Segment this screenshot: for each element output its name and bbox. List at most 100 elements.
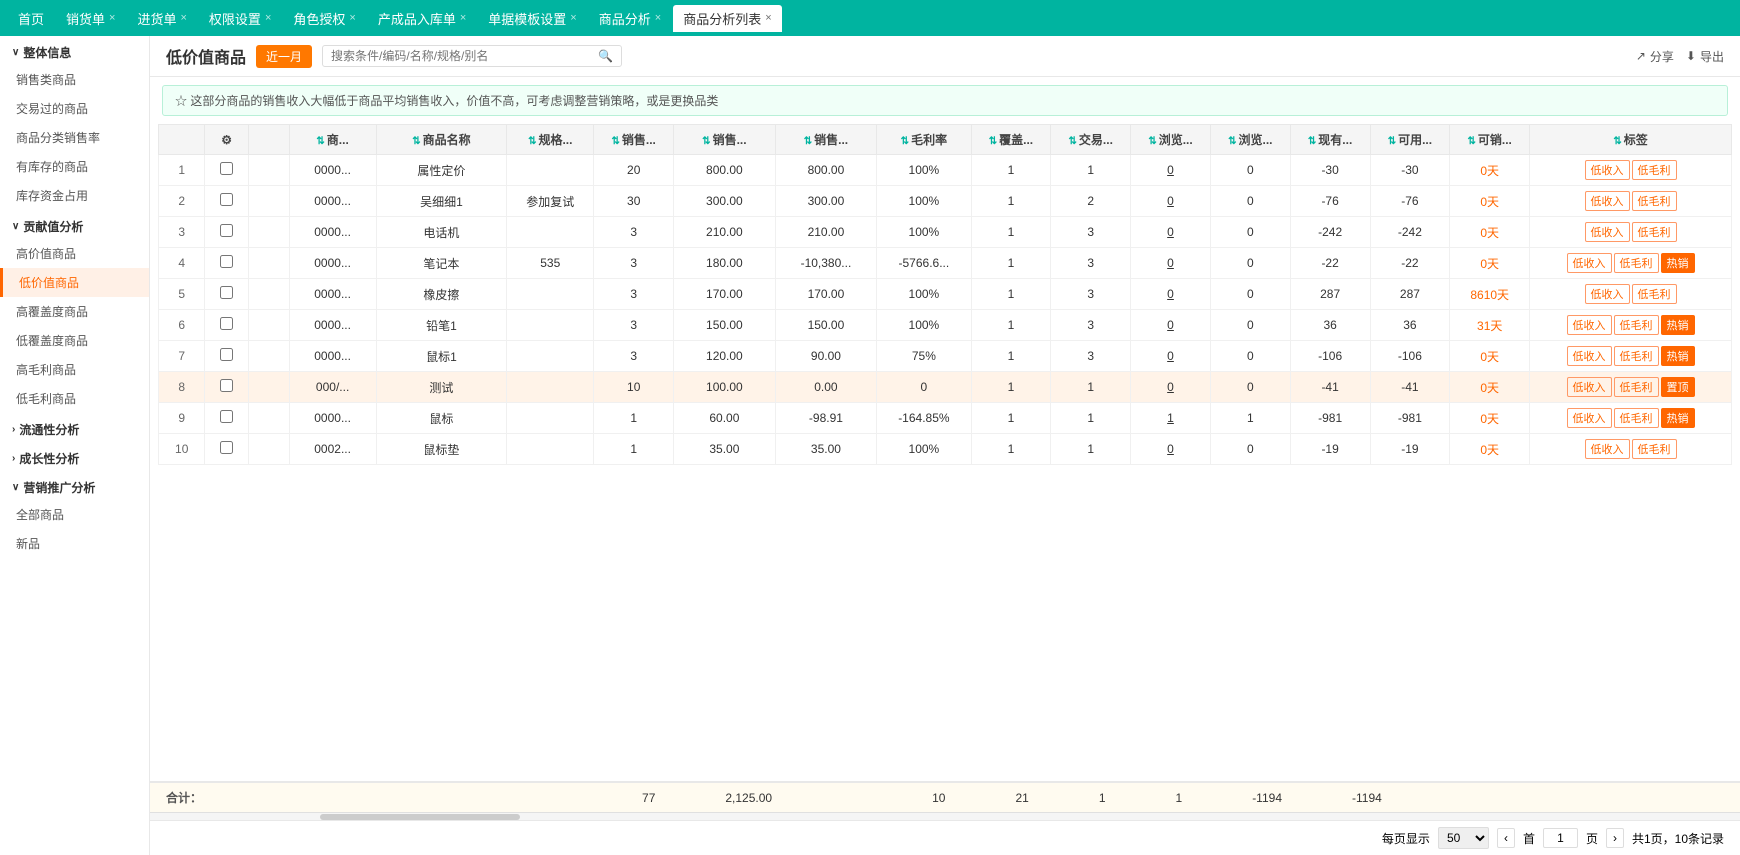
close-tab-icon[interactable]: × xyxy=(765,12,771,24)
table-cell: 100% xyxy=(877,279,971,310)
search-input[interactable] xyxy=(331,49,594,63)
sidebar-item-高覆盖度商品[interactable]: 高覆盖度商品 xyxy=(0,297,149,326)
sidebar-item-交易过的商品[interactable]: 交易过的商品 xyxy=(0,94,149,123)
nav-item-权限设置[interactable]: 权限设置× xyxy=(199,5,281,32)
table-row: 8000/...测试10100.000.0001100-41-410天低收入低毛… xyxy=(159,372,1732,403)
sidebar-item-库存资金占用[interactable]: 库存资金占用 xyxy=(0,181,149,210)
sort-icon: ⇅ xyxy=(1308,136,1316,147)
nav-item-商品分析[interactable]: 商品分析× xyxy=(589,5,671,32)
sidebar-item-新品[interactable]: 新品 xyxy=(0,529,149,558)
column-header[interactable]: ⇅现有... xyxy=(1290,125,1370,155)
nav-item-首页[interactable]: 首页 xyxy=(8,5,54,32)
close-tab-icon[interactable]: × xyxy=(655,12,661,24)
table-row: 20000...吴细细1参加复试30300.00300.00100%1200-7… xyxy=(159,186,1732,217)
nav-item-商品分析列表[interactable]: 商品分析列表× xyxy=(673,5,781,32)
close-tab-icon[interactable]: × xyxy=(180,12,186,24)
sidebar-item-低覆盖度商品[interactable]: 低覆盖度商品 xyxy=(0,326,149,355)
row-checkbox[interactable] xyxy=(220,286,233,299)
sidebar-group-营销推广分析[interactable]: ∨ 营销推广分析 xyxy=(0,471,149,500)
table-cell: 0 xyxy=(1131,310,1211,341)
sidebar-item-全部商品[interactable]: 全部商品 xyxy=(0,500,149,529)
nav-item-单据模板设置[interactable]: 单据模板设置× xyxy=(478,5,586,32)
table-cell: -98.91 xyxy=(775,403,877,434)
table-cell: -19 xyxy=(1370,434,1450,465)
column-header[interactable]: ⇅交易... xyxy=(1051,125,1131,155)
column-header[interactable]: ⇅销售... xyxy=(775,125,877,155)
column-header[interactable]: ⇅覆盖... xyxy=(971,125,1051,155)
row-checkbox[interactable] xyxy=(220,255,233,268)
row-checkbox[interactable] xyxy=(220,162,233,175)
column-header[interactable]: ⇅商品名称 xyxy=(376,125,507,155)
table-cell: -76 xyxy=(1290,186,1370,217)
column-header[interactable]: ⇅标签 xyxy=(1530,125,1732,155)
table-cell: 低收入低毛利 xyxy=(1530,155,1732,186)
table-cell: 0000... xyxy=(289,310,376,341)
close-tab-icon[interactable]: × xyxy=(109,12,115,24)
table-cell: 1 xyxy=(971,403,1051,434)
column-header[interactable]: ⇅销售... xyxy=(674,125,776,155)
row-checkbox[interactable] xyxy=(220,317,233,330)
column-header[interactable]: ⇅浏览... xyxy=(1131,125,1211,155)
table-cell: 120.00 xyxy=(674,341,776,372)
sidebar-item-高毛利商品[interactable]: 高毛利商品 xyxy=(0,355,149,384)
nav-item-进货单[interactable]: 进货单× xyxy=(127,5,196,32)
sidebar-item-低毛利商品[interactable]: 低毛利商品 xyxy=(0,384,149,413)
row-checkbox[interactable] xyxy=(220,379,233,392)
nav-item-产成品入库单[interactable]: 产成品入库单× xyxy=(368,5,476,32)
close-tab-icon[interactable]: × xyxy=(349,12,355,24)
sidebar-item-低价值商品[interactable]: 低价值商品 xyxy=(0,268,149,297)
column-header[interactable]: ⇅规格... xyxy=(507,125,594,155)
sidebar-group-流通性分析[interactable]: › 流通性分析 xyxy=(0,413,149,442)
row-checkbox[interactable] xyxy=(220,348,233,361)
search-icon[interactable]: 🔍 xyxy=(598,49,613,63)
nav-item-角色授权[interactable]: 角色授权× xyxy=(283,5,365,32)
page-size-select[interactable]: 50100200 xyxy=(1438,827,1489,849)
row-checkbox[interactable] xyxy=(220,441,233,454)
export-button[interactable]: ⬇ 导出 xyxy=(1686,48,1724,65)
next-page-button[interactable]: › xyxy=(1606,828,1624,848)
table-cell xyxy=(248,341,289,372)
column-header[interactable]: ⇅商... xyxy=(289,125,376,155)
close-tab-icon[interactable]: × xyxy=(460,12,466,24)
sort-icon: ⇅ xyxy=(611,136,619,147)
column-header[interactable]: ⇅可用... xyxy=(1370,125,1450,155)
sort-icon: ⇅ xyxy=(1148,136,1156,147)
sidebar-group-贡献值分析[interactable]: ∨ 贡献值分析 xyxy=(0,210,149,239)
table-cell: 0000... xyxy=(289,217,376,248)
table-cell: 0 xyxy=(1131,341,1211,372)
row-checkbox[interactable] xyxy=(220,410,233,423)
sidebar-item-高价值商品[interactable]: 高价值商品 xyxy=(0,239,149,268)
horizontal-scrollbar[interactable] xyxy=(150,812,1740,820)
column-header[interactable]: ⇅浏览... xyxy=(1210,125,1290,155)
sidebar-group-整体信息[interactable]: ∨ 整体信息 xyxy=(0,36,149,65)
sidebar-item-商品分类销售率[interactable]: 商品分类销售率 xyxy=(0,123,149,152)
share-button[interactable]: ↗ 分享 xyxy=(1636,48,1674,65)
page-number-input[interactable] xyxy=(1543,828,1578,848)
first-page-button[interactable]: ‹ xyxy=(1497,828,1515,848)
row-checkbox[interactable] xyxy=(220,224,233,237)
row-checkbox[interactable] xyxy=(220,193,233,206)
column-header[interactable]: ⇅可销... xyxy=(1450,125,1530,155)
tag-badge: 低收入 xyxy=(1585,284,1630,304)
close-tab-icon[interactable]: × xyxy=(265,12,271,24)
scrollbar-thumb[interactable] xyxy=(320,814,520,820)
tag-badge: 低收入 xyxy=(1567,253,1612,273)
chevron-icon: › xyxy=(12,453,15,464)
tag-badge: 低毛利 xyxy=(1632,439,1677,459)
table-cell: 0 xyxy=(1210,372,1290,403)
info-icon: ☆ xyxy=(175,94,187,108)
sidebar-item-有库存的商品[interactable]: 有库存的商品 xyxy=(0,152,149,181)
table-cell xyxy=(507,310,594,341)
close-tab-icon[interactable]: × xyxy=(570,12,576,24)
table-cell xyxy=(205,403,249,434)
filter-button[interactable]: 近一月 xyxy=(256,45,312,68)
table-cell: -22 xyxy=(1290,248,1370,279)
nav-item-销货单[interactable]: 销货单× xyxy=(56,5,125,32)
sidebar-group-成长性分析[interactable]: › 成长性分析 xyxy=(0,442,149,471)
table-cell: 36 xyxy=(1370,310,1450,341)
sidebar-item-销售类商品[interactable]: 销售类商品 xyxy=(0,65,149,94)
table-cell: -30 xyxy=(1370,155,1450,186)
column-header[interactable]: ⇅销售... xyxy=(594,125,674,155)
table-cell: 3 xyxy=(1051,279,1131,310)
column-header[interactable]: ⇅毛利率 xyxy=(877,125,971,155)
